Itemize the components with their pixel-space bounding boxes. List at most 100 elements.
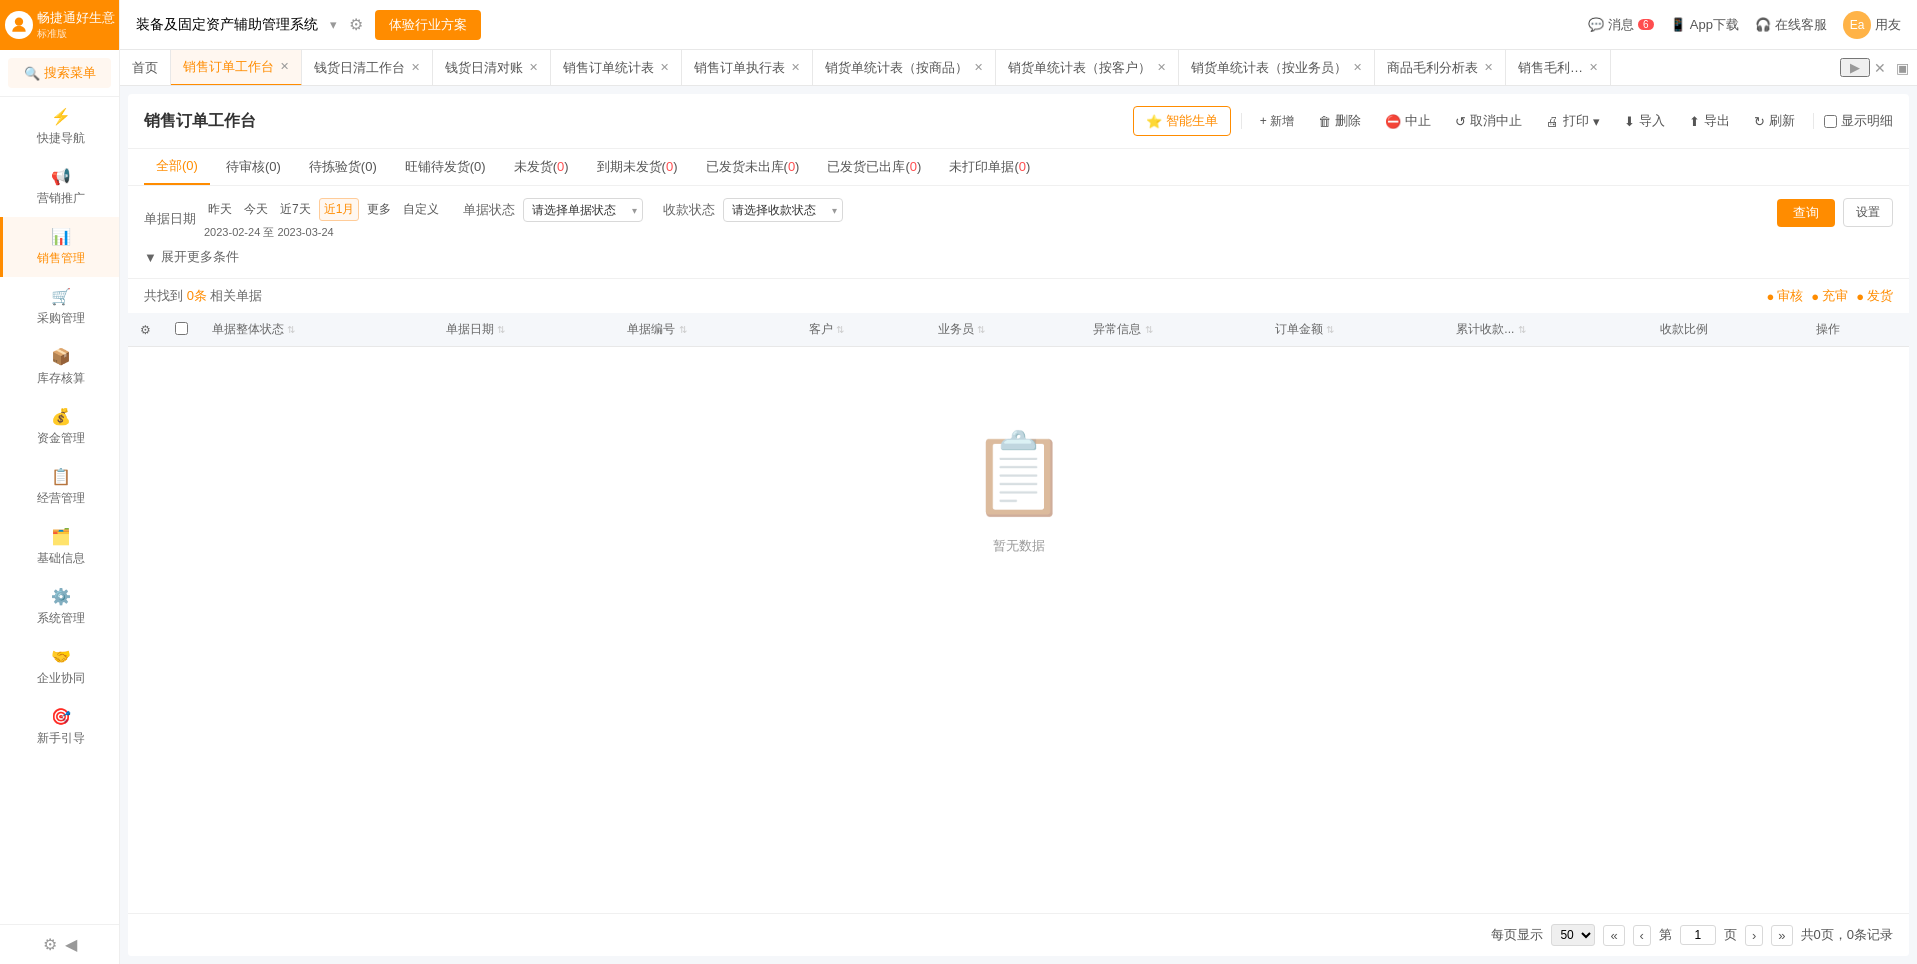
print-button[interactable]: 🖨 打印 ▾: [1538, 107, 1608, 135]
sidebar-gear-button[interactable]: ⚙: [43, 935, 57, 954]
tab-close-4[interactable]: ✕: [660, 62, 669, 73]
revoke-button[interactable]: ● 充审: [1811, 287, 1848, 305]
tab-close-5[interactable]: ✕: [791, 62, 800, 73]
date-option-1[interactable]: 今天: [240, 199, 272, 220]
tab-1[interactable]: 销售订单工作台✕: [171, 50, 302, 86]
experience-button[interactable]: 体验行业方案: [375, 10, 481, 40]
tab-0[interactable]: 首页: [120, 50, 171, 86]
col-collected: 累计收款... ⇅: [1444, 313, 1647, 347]
expand-filter-button[interactable]: ▼ 展开更多条件: [144, 248, 239, 266]
tab-close-3[interactable]: ✕: [529, 62, 538, 73]
sub-tab-0[interactable]: 全部(0): [144, 149, 210, 185]
tab-close-7[interactable]: ✕: [1157, 62, 1166, 73]
sub-tab-8[interactable]: 未打印单据(0): [937, 150, 1042, 184]
tab-2[interactable]: 钱货日清工作台✕: [302, 50, 433, 86]
sort-status-icon[interactable]: ⇅: [287, 324, 295, 335]
date-option-5[interactable]: 自定义: [399, 199, 443, 220]
message-button[interactable]: 💬 消息 6: [1588, 16, 1654, 34]
select-all-checkbox[interactable]: [175, 322, 188, 335]
stop-button[interactable]: ⛔ 中止: [1377, 107, 1439, 135]
audit-button[interactable]: ● 审核: [1766, 287, 1803, 305]
tab-6[interactable]: 销货单统计表（按商品）✕: [813, 50, 996, 86]
sidebar-item-2[interactable]: 📊 销售管理: [0, 217, 119, 277]
ship-button[interactable]: ● 发货: [1856, 287, 1893, 305]
tab-close-10[interactable]: ✕: [1589, 62, 1598, 73]
tab-7[interactable]: 销货单统计表（按客户）✕: [996, 50, 1179, 86]
sort-collected-icon[interactable]: ⇅: [1518, 324, 1526, 335]
date-option-4[interactable]: 更多: [363, 199, 395, 220]
sidebar-item-1[interactable]: 📢 营销推广: [0, 157, 119, 217]
tab-3[interactable]: 钱货日清对账✕: [433, 50, 551, 86]
tab-close-2[interactable]: ✕: [411, 62, 420, 73]
new-button[interactable]: + 新增: [1252, 108, 1302, 135]
sidebar-item-0[interactable]: ⚡ 快捷导航: [0, 97, 119, 157]
filter-setting-button[interactable]: 设置: [1843, 198, 1893, 227]
app-download-button[interactable]: 📱 App下载: [1670, 16, 1739, 34]
sub-tab-6[interactable]: 已发货未出库(0): [694, 150, 812, 184]
sidebar-item-3[interactable]: 🛒 采购管理: [0, 277, 119, 337]
tabs-more-button[interactable]: ▶: [1840, 58, 1870, 77]
sort-customer-icon[interactable]: ⇅: [836, 324, 844, 335]
first-page-button[interactable]: «: [1603, 925, 1624, 946]
date-option-3[interactable]: 近1月: [319, 198, 360, 221]
tab-4[interactable]: 销售订单统计表✕: [551, 50, 682, 86]
sort-anomaly-icon[interactable]: ⇅: [1145, 324, 1153, 335]
per-page-select[interactable]: 50: [1551, 924, 1595, 946]
sidebar-item-6[interactable]: 📋 经营管理: [0, 457, 119, 517]
sort-number-icon[interactable]: ⇅: [679, 324, 687, 335]
sub-tab-1[interactable]: 待审核(0): [214, 150, 293, 184]
col-action: 操作: [1804, 313, 1909, 347]
online-service-button[interactable]: 🎧 在线客服: [1755, 16, 1827, 34]
sub-tab-7[interactable]: 已发货已出库(0): [815, 150, 933, 184]
show-detail-checkbox[interactable]: [1824, 115, 1837, 128]
sub-tab-4[interactable]: 未发货(0): [502, 150, 581, 184]
sidebar-item-4[interactable]: 📦 库存核算: [0, 337, 119, 397]
tab-8[interactable]: 销货单统计表（按业务员）✕: [1179, 50, 1375, 86]
tab-close-6[interactable]: ✕: [974, 62, 983, 73]
last-page-button[interactable]: »: [1771, 925, 1792, 946]
cancel-stop-button[interactable]: ↺ 取消中止: [1447, 107, 1530, 135]
nav-label-9: 企业协同: [37, 670, 85, 687]
sidebar-item-7[interactable]: 🗂️ 基础信息: [0, 517, 119, 577]
tab-9[interactable]: 商品毛利分析表✕: [1375, 50, 1506, 86]
date-option-2[interactable]: 近7天: [276, 199, 315, 220]
sidebar-collapse-button[interactable]: ◀: [65, 935, 77, 954]
tab-close-9[interactable]: ✕: [1484, 62, 1493, 73]
user-menu-button[interactable]: Ea 用友: [1843, 11, 1901, 39]
date-option-0[interactable]: 昨天: [204, 199, 236, 220]
tab-10[interactable]: 销售毛利…✕: [1506, 50, 1611, 86]
tab-close-all-button[interactable]: ▣: [1892, 56, 1913, 80]
topbar-gear-icon[interactable]: ⚙: [349, 15, 363, 34]
sort-date-icon[interactable]: ⇅: [497, 324, 505, 335]
tab-close-current-button[interactable]: ✕: [1870, 56, 1890, 80]
sidebar-item-5[interactable]: 💰 资金管理: [0, 397, 119, 457]
tab-5[interactable]: 销售订单执行表✕: [682, 50, 813, 86]
import-button[interactable]: ⬇ 导入: [1616, 107, 1673, 135]
delete-button[interactable]: 🗑 删除: [1310, 107, 1369, 135]
date-filter-label: 单据日期: [144, 210, 196, 228]
tab-close-8[interactable]: ✕: [1353, 62, 1362, 73]
show-detail-checkbox-label[interactable]: 显示明细: [1824, 112, 1893, 130]
sub-tab-2[interactable]: 待拣验货(0): [297, 150, 389, 184]
sidebar-item-9[interactable]: 🤝 企业协同: [0, 637, 119, 697]
sidebar-item-10[interactable]: 🎯 新手引导: [0, 697, 119, 757]
sort-amount-icon[interactable]: ⇅: [1326, 324, 1334, 335]
smart-order-button[interactable]: ⭐ 智能生单: [1133, 106, 1231, 136]
search-menu-button[interactable]: 🔍 搜索菜单: [8, 58, 111, 88]
pagination: 每页显示 50 « ‹ 第 页 › » 共0页，0条记录: [128, 913, 1909, 956]
sub-tab-5[interactable]: 到期未发货(0): [585, 150, 690, 184]
refresh-button[interactable]: ↻ 刷新: [1746, 107, 1803, 135]
prev-page-button[interactable]: ‹: [1633, 925, 1651, 946]
status-select[interactable]: 请选择单据状态: [523, 198, 643, 222]
payment-select[interactable]: 请选择收款状态: [723, 198, 843, 222]
next-page-button[interactable]: ›: [1745, 925, 1763, 946]
tabs-bar: 首页销售订单工作台✕钱货日清工作台✕钱货日清对账✕销售订单统计表✕销售订单执行表…: [120, 50, 1917, 86]
query-button[interactable]: 查询: [1777, 199, 1835, 227]
sort-salesperson-icon[interactable]: ⇅: [977, 324, 985, 335]
page-input[interactable]: [1680, 925, 1716, 945]
sidebar-item-8[interactable]: ⚙️ 系统管理: [0, 577, 119, 637]
sub-tab-3[interactable]: 旺铺待发货(0): [393, 150, 498, 184]
tab-close-1[interactable]: ✕: [280, 61, 289, 72]
table-wrapper[interactable]: ⚙ 单据整体状态 ⇅ 单据日期 ⇅ 单据编号 ⇅ 客户 ⇅ 业务员 ⇅ 异常信息…: [128, 313, 1909, 913]
export-button[interactable]: ⬆ 导出: [1681, 107, 1738, 135]
